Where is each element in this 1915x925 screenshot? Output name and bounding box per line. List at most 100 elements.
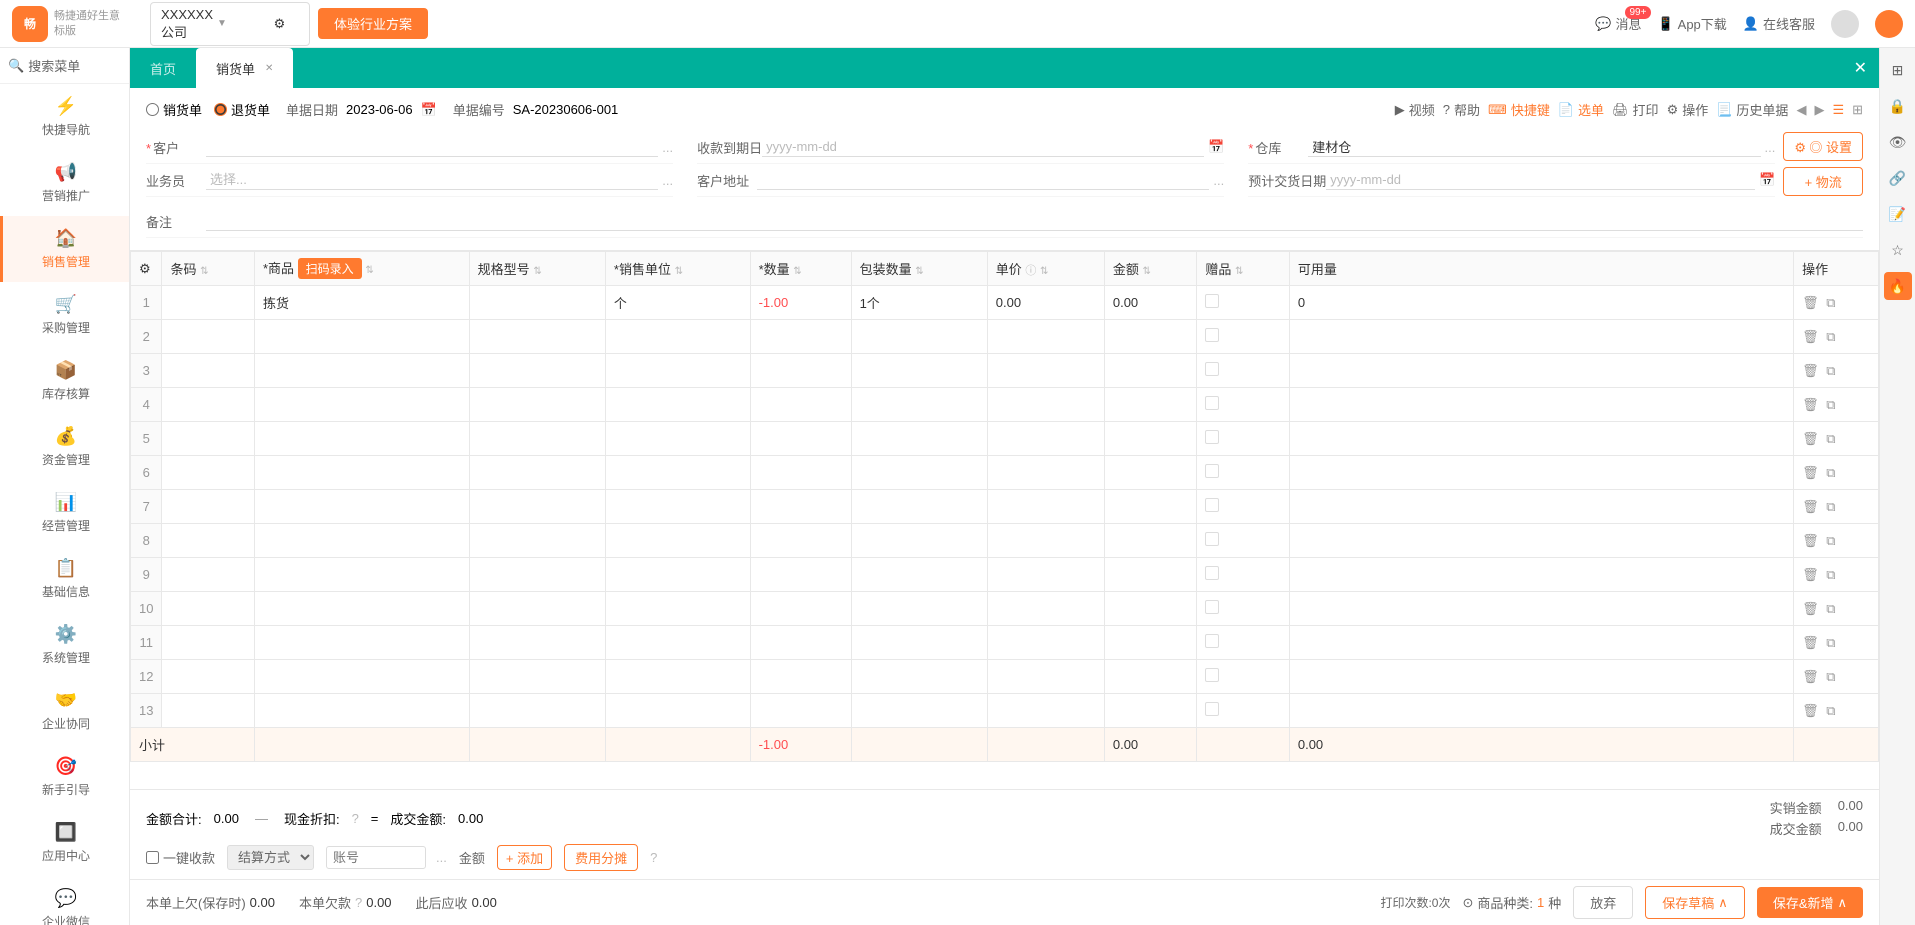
row-spec[interactable] bbox=[469, 660, 605, 694]
row-unit[interactable] bbox=[605, 320, 750, 354]
toolbar-action[interactable]: ⚙ 操作 bbox=[1667, 100, 1709, 119]
row-spec[interactable] bbox=[469, 354, 605, 388]
row-spec[interactable] bbox=[469, 694, 605, 728]
row-pkg-qty[interactable] bbox=[851, 320, 987, 354]
nav-next-icon[interactable]: ▶ bbox=[1814, 102, 1824, 118]
row-delete-icon[interactable]: 🗑 bbox=[1802, 669, 1819, 684]
salesperson-dots[interactable]: ... bbox=[662, 173, 673, 188]
row-gift[interactable] bbox=[1197, 388, 1290, 422]
one-click-checkbox[interactable] bbox=[146, 851, 159, 864]
date-cal-icon[interactable]: 📅 bbox=[421, 102, 437, 118]
row-copy-icon[interactable]: ⧉ bbox=[1826, 465, 1835, 480]
row-spec[interactable] bbox=[469, 286, 605, 320]
row-barcode[interactable] bbox=[162, 524, 255, 558]
row-pkg-qty[interactable] bbox=[851, 592, 987, 626]
discount-help[interactable]: ? bbox=[352, 811, 359, 826]
row-product[interactable] bbox=[254, 660, 469, 694]
row-unit[interactable] bbox=[605, 626, 750, 660]
row-product[interactable] bbox=[254, 354, 469, 388]
row-qty[interactable] bbox=[750, 456, 851, 490]
row-pkg-qty[interactable] bbox=[851, 422, 987, 456]
row-barcode[interactable] bbox=[162, 660, 255, 694]
due-date-cal-icon[interactable]: 📅 bbox=[1208, 139, 1224, 155]
row-spec[interactable] bbox=[469, 592, 605, 626]
row-spec[interactable] bbox=[469, 320, 605, 354]
row-amount[interactable] bbox=[1104, 592, 1197, 626]
row-copy-icon[interactable]: ⧉ bbox=[1826, 533, 1835, 548]
row-delete-icon[interactable]: 🗑 bbox=[1802, 329, 1819, 344]
row-delete-icon[interactable]: 🗑 bbox=[1802, 567, 1819, 582]
row-product[interactable]: 拣货 bbox=[254, 286, 469, 320]
row-pkg-qty[interactable] bbox=[851, 388, 987, 422]
row-price[interactable] bbox=[987, 422, 1104, 456]
row-gift[interactable] bbox=[1197, 592, 1290, 626]
row-price[interactable] bbox=[987, 388, 1104, 422]
row-qty[interactable] bbox=[750, 592, 851, 626]
row-delete-icon[interactable]: 🗑 bbox=[1802, 363, 1819, 378]
toolbar-shortcut[interactable]: ⌨ 快捷键 bbox=[1488, 100, 1550, 119]
row-qty[interactable]: -1.00 bbox=[750, 286, 851, 320]
tab-close-icon[interactable]: ✕ bbox=[265, 63, 273, 74]
right-btn-eye[interactable]: 👁 bbox=[1884, 128, 1912, 156]
row-barcode[interactable] bbox=[162, 558, 255, 592]
row-barcode[interactable] bbox=[162, 592, 255, 626]
price-sort-icon[interactable]: ⇅ bbox=[1040, 266, 1048, 277]
row-product[interactable] bbox=[254, 388, 469, 422]
qty-sort-icon[interactable]: ⇅ bbox=[793, 266, 801, 277]
row-copy-icon[interactable]: ⧉ bbox=[1826, 499, 1835, 514]
sidebar-item-purchase[interactable]: 🛒 采购管理 bbox=[0, 282, 129, 348]
row-gift[interactable] bbox=[1197, 694, 1290, 728]
row-qty[interactable] bbox=[750, 422, 851, 456]
row-delete-icon[interactable]: 🗑 bbox=[1802, 295, 1819, 310]
row-delete-icon[interactable]: 🗑 bbox=[1802, 499, 1819, 514]
row-amount[interactable] bbox=[1104, 490, 1197, 524]
row-product[interactable] bbox=[254, 558, 469, 592]
avatar-secondary[interactable] bbox=[1875, 10, 1903, 38]
sidebar-search[interactable]: 🔍 搜索菜单 bbox=[0, 48, 129, 84]
row-gift[interactable] bbox=[1197, 558, 1290, 592]
row-product[interactable] bbox=[254, 320, 469, 354]
row-unit[interactable] bbox=[605, 456, 750, 490]
scan-button[interactable]: 扫码录入 bbox=[298, 258, 362, 279]
row-pkg-qty[interactable] bbox=[851, 660, 987, 694]
tab-close-all-icon[interactable]: ✕ bbox=[1854, 58, 1867, 78]
row-barcode[interactable] bbox=[162, 286, 255, 320]
row-amount[interactable] bbox=[1104, 320, 1197, 354]
due-date-input[interactable] bbox=[762, 137, 1204, 157]
row-amount[interactable] bbox=[1104, 694, 1197, 728]
right-btn-fire[interactable]: 🔥 bbox=[1884, 272, 1912, 300]
row-gift[interactable] bbox=[1197, 524, 1290, 558]
row-unit[interactable] bbox=[605, 592, 750, 626]
row-qty[interactable] bbox=[750, 320, 851, 354]
row-delete-icon[interactable]: 🗑 bbox=[1802, 703, 1819, 718]
settlement-method-select[interactable]: 结算方式 bbox=[227, 845, 314, 870]
row-barcode[interactable] bbox=[162, 626, 255, 660]
row-amount[interactable] bbox=[1104, 524, 1197, 558]
row-unit[interactable] bbox=[605, 422, 750, 456]
row-copy-icon[interactable]: ⧉ bbox=[1826, 703, 1835, 718]
row-price[interactable] bbox=[987, 456, 1104, 490]
sidebar-item-marketing[interactable]: 📢 营销推广 bbox=[0, 150, 129, 216]
row-barcode[interactable] bbox=[162, 354, 255, 388]
row-copy-icon[interactable]: ⧉ bbox=[1826, 601, 1835, 616]
right-btn-lock[interactable]: 🔒 bbox=[1884, 92, 1912, 120]
right-btn-note[interactable]: 📝 bbox=[1884, 200, 1912, 228]
row-barcode[interactable] bbox=[162, 388, 255, 422]
row-product[interactable] bbox=[254, 626, 469, 660]
row-spec[interactable] bbox=[469, 388, 605, 422]
row-gift[interactable] bbox=[1197, 320, 1290, 354]
row-gift[interactable] bbox=[1197, 286, 1290, 320]
sidebar-item-ops[interactable]: 📊 经营管理 bbox=[0, 480, 129, 546]
row-product[interactable] bbox=[254, 456, 469, 490]
warehouse-input[interactable] bbox=[1308, 137, 1760, 157]
row-gift[interactable] bbox=[1197, 490, 1290, 524]
customer-input[interactable] bbox=[206, 137, 658, 157]
row-price[interactable] bbox=[987, 660, 1104, 694]
row-amount[interactable] bbox=[1104, 456, 1197, 490]
row-unit[interactable]: 个 bbox=[605, 286, 750, 320]
product-sort-icon[interactable]: ⇅ bbox=[365, 265, 373, 276]
draft-button[interactable]: 保存草稿 ∧ bbox=[1645, 886, 1745, 919]
row-price[interactable] bbox=[987, 524, 1104, 558]
sidebar-item-wechat[interactable]: 💬 企业微信 bbox=[0, 876, 129, 925]
tab-sales-order[interactable]: 销货单 ✕ bbox=[196, 48, 293, 88]
